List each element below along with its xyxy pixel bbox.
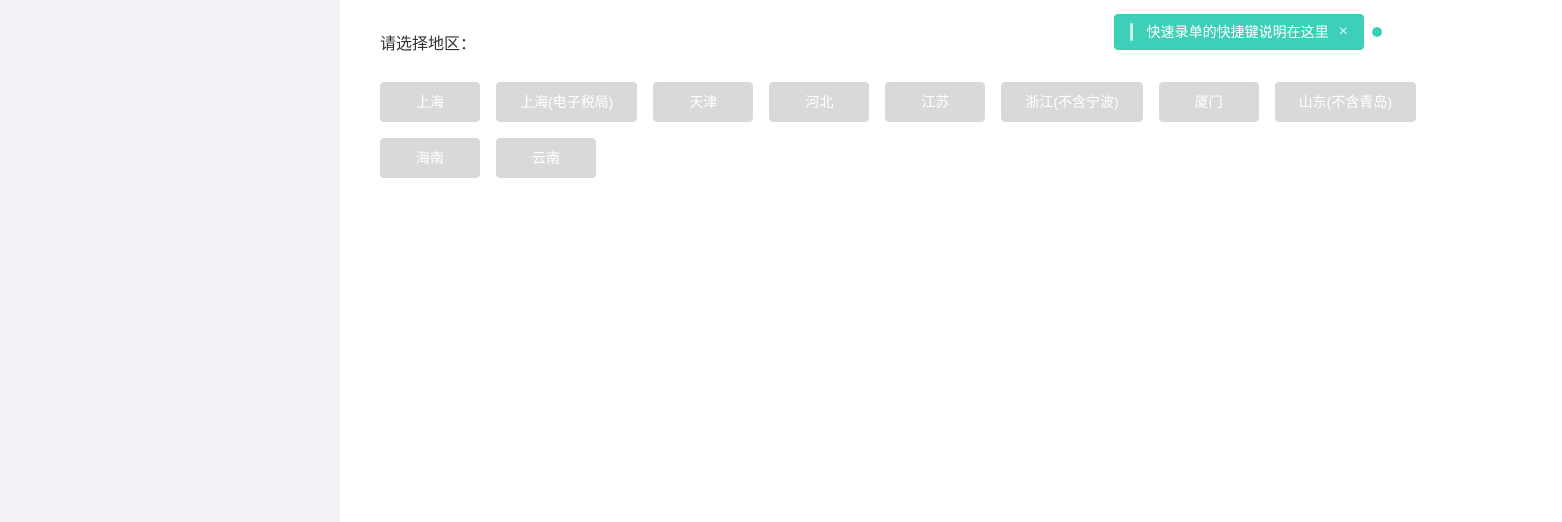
region-button-tianjin[interactable]: 天津 [653,82,753,122]
tooltip-text: 快速录单的快捷键说明在这里 [1147,22,1329,42]
tooltip-container: 快速录单的快捷键说明在这里 × [1114,14,1382,50]
main-content: 请选择地区： 上海上海(电子税局)天津河北江苏浙江(不含宁波)厦门山东(不含青岛… [340,0,1562,522]
region-button-zhejiang[interactable]: 浙江(不含宁波) [1001,82,1142,122]
region-button-shandong[interactable]: 山东(不含青岛) [1275,82,1416,122]
region-button-xiamen[interactable]: 厦门 [1159,82,1259,122]
region-button-shanghai-etax[interactable]: 上海(电子税局) [496,82,637,122]
region-button-hebei[interactable]: 河北 [769,82,869,122]
region-button-hainan[interactable]: 海南 [380,138,480,178]
tooltip-box: 快速录单的快捷键说明在这里 × [1114,14,1364,50]
tooltip-dot [1372,27,1382,37]
region-button-yunnan[interactable]: 云南 [496,138,596,178]
region-button-jiangsu[interactable]: 江苏 [885,82,985,122]
region-button-shanghai[interactable]: 上海 [380,82,480,122]
region-buttons: 上海上海(电子税局) 天津河北江苏浙江(不含宁波) 厦门山东(不含青岛) 海南云南 [380,82,1522,178]
sidebar [0,0,340,522]
tooltip-close-button[interactable]: × [1339,24,1348,40]
